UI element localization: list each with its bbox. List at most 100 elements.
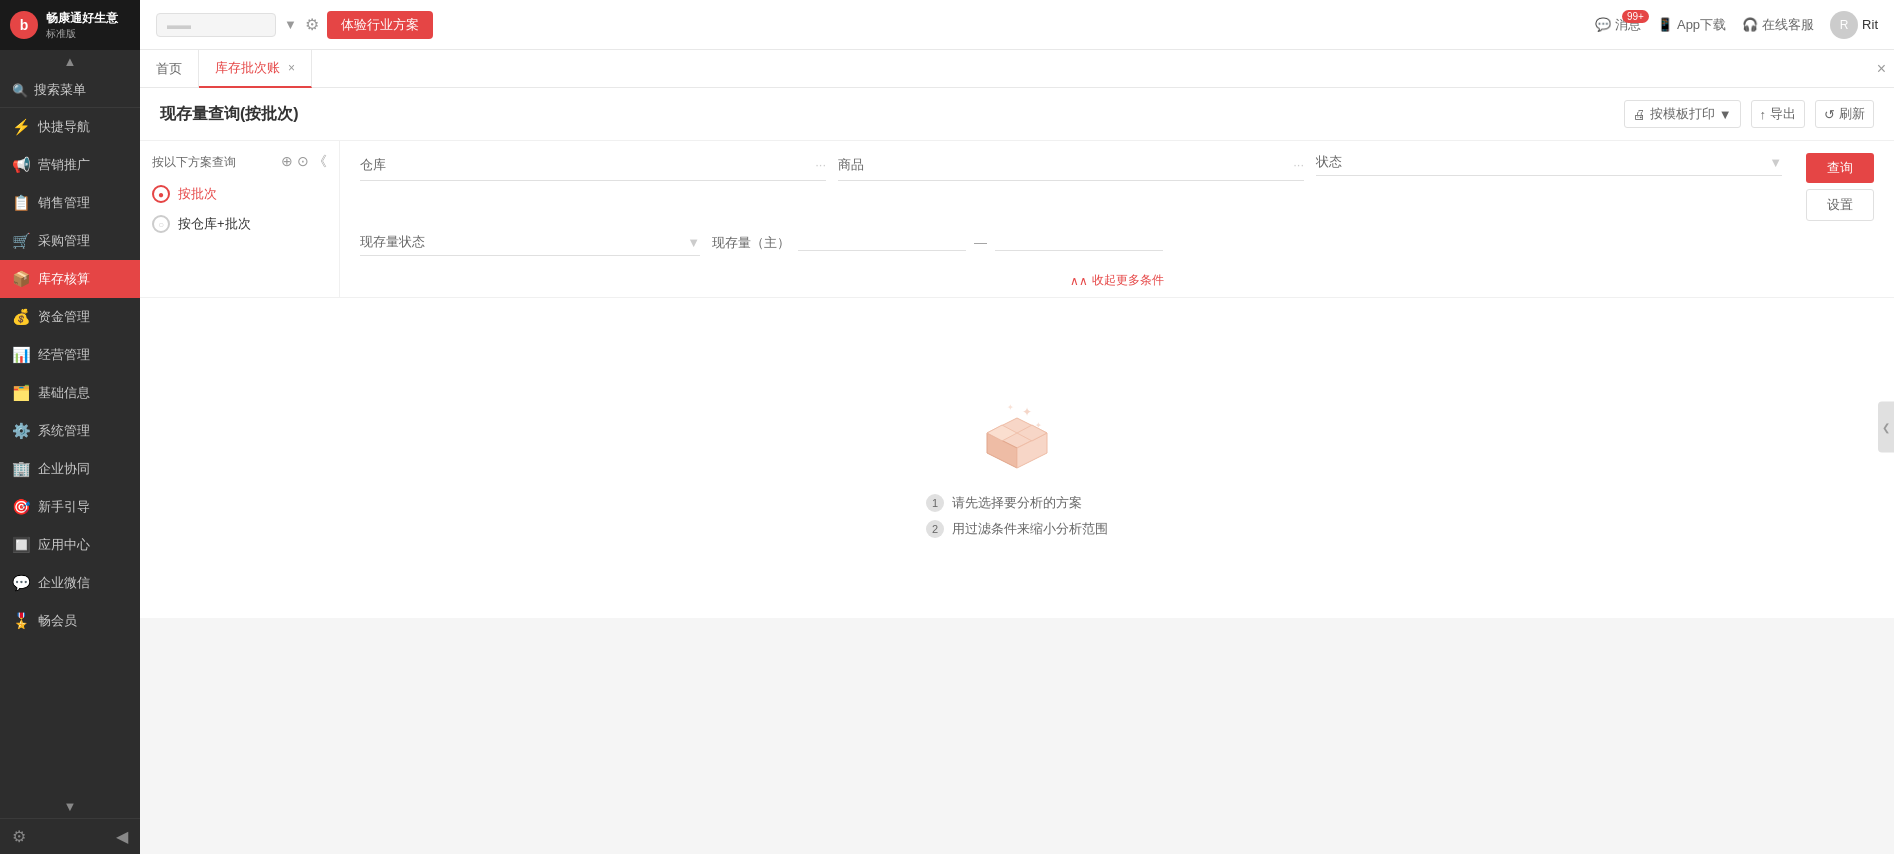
sidebar-item-newbie[interactable]: 🎯 新手引导 [0,488,140,526]
topbar-search-box[interactable]: ▬▬ [156,13,276,37]
user-profile-btn[interactable]: R Rit [1830,11,1878,39]
filter-row-2: 现存量状态 ▼ 现存量（主） — [360,233,1874,256]
filter-area: 按以下方案查询 ⊕ ⊙ 《 ● 按批次 ○ [140,141,1894,298]
sidebar-scroll-down[interactable]: ▼ [0,795,140,818]
newbie-icon: 🎯 [12,498,30,516]
empty-steps: 1 请先选择要分析的方案 2 用过滤条件来缩小分析范围 [926,494,1108,538]
sidebar-item-label: 库存核算 [38,270,90,288]
quick-nav-icon: ⚡ [12,118,30,136]
export-btn[interactable]: ↑ 导出 [1751,100,1806,128]
sidebar-item-basic[interactable]: 🗂️ 基础信息 [0,374,140,412]
app-download-btn[interactable]: 📱 App下载 [1657,16,1726,34]
sidebar-item-label: 企业微信 [38,574,90,592]
collapse-scheme-icon[interactable]: 《 [313,153,327,171]
sidebar-settings-icon[interactable]: ⚙ [12,827,26,846]
query-btn[interactable]: 查询 [1806,153,1874,183]
filter-collapse-btn[interactable]: ∧∧ 收起更多条件 [340,264,1894,297]
tab-home-label: 首页 [156,60,182,78]
stock-qty-from-input[interactable] [798,235,966,251]
print-icon: 🖨 [1633,107,1646,122]
tab-close-icon[interactable]: × [288,61,295,75]
scheme-warehouse-batch-option[interactable]: ○ 按仓库+批次 [140,209,339,239]
add-scheme-icon[interactable]: ⊕ [281,153,293,171]
settings-btn[interactable]: 设置 [1806,189,1874,221]
sidebar-title-block: 畅康通好生意 标准版 [46,10,118,41]
product-input[interactable] [872,153,1293,176]
user-name: Rit [1862,17,1878,32]
settings-scheme-icon[interactable]: ⊙ [297,153,309,171]
sidebar-collapse-icon[interactable]: ◀ [116,827,128,846]
tabbar-global-close-icon[interactable]: × [1877,60,1886,78]
stock-qty-label: 现存量（主） [712,234,790,252]
step-1-text: 请先选择要分析的方案 [952,494,1082,512]
svg-text:✦: ✦ [1007,403,1014,412]
sidebar-item-label: 营销推广 [38,156,90,174]
online-service-btn[interactable]: 🎧 在线客服 [1742,16,1814,34]
tab-inventory-batch[interactable]: 库存批次账 × [199,50,312,88]
sidebar-item-inventory[interactable]: 📦 库存核算 [0,260,140,298]
action-btns: 查询 设置 [1806,153,1874,221]
sidebar-scroll-up[interactable]: ▲ [0,50,140,73]
stock-qty-dash: — [966,235,995,250]
sidebar-item-label: 应用中心 [38,536,90,554]
sidebar-item-quick-nav[interactable]: ⚡ 快捷导航 [0,108,140,146]
sidebar-item-label: 系统管理 [38,422,90,440]
sales-icon: 📋 [12,194,30,212]
scheme-warehouse-batch-label: 按仓库+批次 [178,215,251,233]
sidebar-item-app-center[interactable]: 🔲 应用中心 [0,526,140,564]
phone-icon: 📱 [1657,17,1673,32]
step-2-num: 2 [926,520,944,538]
print-btn[interactable]: 🖨 按模板打印 ▼ [1624,100,1741,128]
topbar-gear-icon[interactable]: ⚙ [305,15,319,34]
tab-home[interactable]: 首页 [140,50,199,88]
app-version: 标准版 [46,27,118,41]
empty-state: ✦ ✦ ✦ 1 请先选择要分析的方案 2 用过滤条件来缩小分析范围 [140,298,1894,618]
filter-row-1: 仓库 ··· 商品 ··· 状态 [360,153,1874,221]
avatar: R [1830,11,1858,39]
sidebar-item-member[interactable]: 🎖️ 畅会员 [0,602,140,640]
refresh-btn[interactable]: ↺ 刷新 [1815,100,1874,128]
status-dropdown-icon[interactable]: ▼ [1769,155,1782,170]
sidebar-search[interactable]: 🔍 搜索菜单 [0,73,140,108]
print-dropdown-icon: ▼ [1719,107,1732,122]
sidebar-item-system[interactable]: ⚙️ 系统管理 [0,412,140,450]
step-2-text: 用过滤条件来缩小分析范围 [952,520,1108,538]
sidebar: b 畅康通好生意 标准版 ▲ 🔍 搜索菜单 ⚡ 快捷导航 📢 营销推广 📋 销售… [0,0,140,854]
trial-btn[interactable]: 体验行业方案 [327,11,433,39]
sidebar-item-label: 采购管理 [38,232,90,250]
scheme-batch-icon: ● [152,185,170,203]
sidebar-nav: ⚡ 快捷导航 📢 营销推广 📋 销售管理 🛒 采购管理 📦 库存核算 💰 资金管… [0,108,140,795]
stock-status-dropdown-icon[interactable]: ▼ [687,235,700,250]
sidebar-item-marketing[interactable]: 📢 营销推广 [0,146,140,184]
sidebar-item-corp-wechat[interactable]: 💬 企业微信 [0,564,140,602]
page-header-actions: 🖨 按模板打印 ▼ ↑ 导出 ↺ 刷新 [1624,100,1874,128]
stock-qty-to-input[interactable] [995,235,1163,251]
warehouse-label: 仓库 [360,156,386,174]
empty-illustration: ✦ ✦ ✦ [967,378,1067,478]
right-panel-toggle[interactable]: ❮ [1878,402,1894,453]
inventory-icon: 📦 [12,270,30,288]
warehouse-input[interactable] [394,153,815,176]
sidebar-item-operations[interactable]: 📊 经营管理 [0,336,140,374]
sidebar-item-enterprise[interactable]: 🏢 企业协同 [0,450,140,488]
scheme-label: 按以下方案查询 [152,154,236,171]
content-panel: 现存量查询(按批次) 🖨 按模板打印 ▼ ↑ 导出 ↺ 刷新 [140,88,1894,618]
main-area: ▬▬ ▼ ⚙ 体验行业方案 💬 消息 99+ 📱 App下载 🎧 在线客服 [140,0,1894,854]
tabbar: 首页 库存批次账 × × [140,50,1894,88]
app-center-icon: 🔲 [12,536,30,554]
message-icon: 💬 [1595,17,1611,32]
product-more-icon[interactable]: ··· [1293,157,1304,172]
warehouse-more-icon[interactable]: ··· [815,157,826,172]
right-panel-toggle-icon: ❮ [1882,422,1890,433]
sidebar-item-purchase[interactable]: 🛒 采购管理 [0,222,140,260]
sidebar-item-sales[interactable]: 📋 销售管理 [0,184,140,222]
app-name: 畅康通好生意 [46,10,118,27]
product-label: 商品 [838,156,864,174]
svg-text:✦: ✦ [1035,421,1042,430]
filter-fields-area: 仓库 ··· 商品 ··· 状态 [340,141,1894,297]
messages-btn[interactable]: 💬 消息 99+ [1595,16,1641,34]
sidebar-item-finance[interactable]: 💰 资金管理 [0,298,140,336]
sidebar-item-label: 畅会员 [38,612,77,630]
topbar-dropdown-icon[interactable]: ▼ [284,17,297,32]
scheme-batch-option[interactable]: ● 按批次 [140,179,339,209]
